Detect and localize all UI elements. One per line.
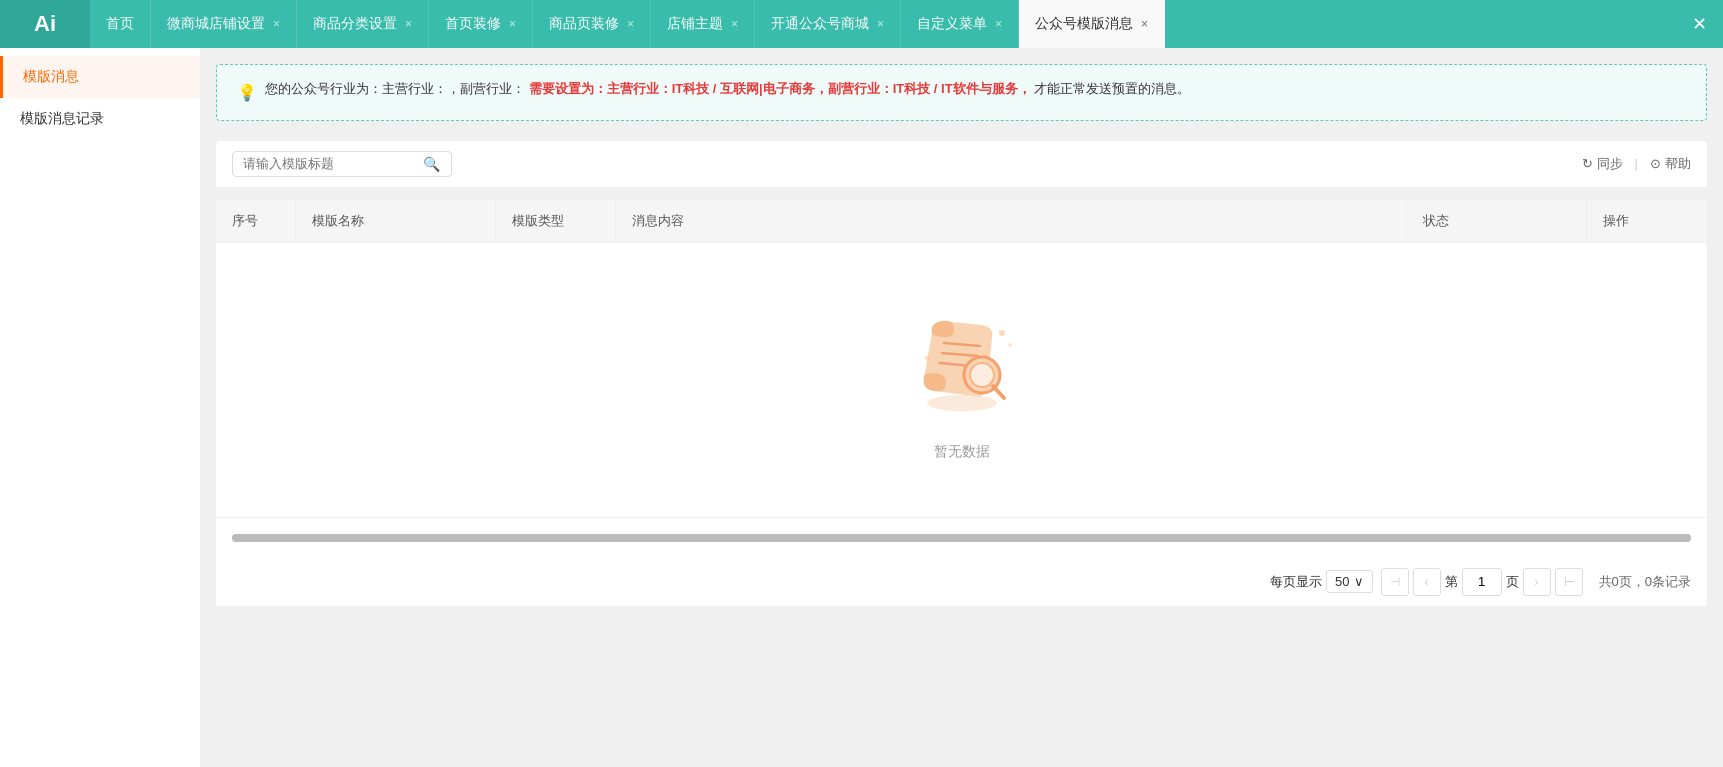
page-label-prefix: 第 (1445, 573, 1458, 591)
th-name: 模版名称 (296, 200, 496, 242)
scrollbar-thumb (232, 534, 1691, 542)
help-icon: ⊙ (1650, 156, 1661, 171)
sync-button[interactable]: ↻ 同步 (1582, 155, 1623, 173)
table-container: 序号 模版名称 模版类型 消息内容 状态 操作 (216, 199, 1707, 558)
svg-point-9 (924, 355, 929, 360)
notice-box: 💡 您的公众号行业为：主营行业：，副营行业： 需要设置为：主营行业：IT科技 /… (216, 64, 1707, 121)
sync-icon: ↻ (1582, 156, 1593, 171)
tab-close-custom-menu[interactable]: × (995, 17, 1002, 31)
prev-page-button[interactable]: ‹ (1413, 568, 1441, 596)
page-size-dropdown[interactable]: 50 ∨ (1326, 570, 1372, 593)
nav-tab-custom-menu[interactable]: 自定义菜单× (901, 0, 1019, 48)
sidebar-item-template-msg[interactable]: 模版消息 (0, 56, 200, 98)
toolbar: 🔍 ↻ 同步 | ⊙ 帮助 (216, 141, 1707, 187)
th-type: 模版类型 (496, 200, 616, 242)
nav-tab-category-settings[interactable]: 商品分类设置× (297, 0, 429, 48)
tab-close-shop-settings[interactable]: × (273, 17, 280, 31)
tab-close-shop-theme[interactable]: × (731, 17, 738, 31)
empty-text: 暂无数据 (934, 443, 990, 461)
help-button[interactable]: ⊙ 帮助 (1650, 155, 1691, 173)
nav-tab-product-decor[interactable]: 商品页装修× (533, 0, 651, 48)
nav-tab-shop-settings[interactable]: 微商城店铺设置× (151, 0, 297, 48)
last-page-button[interactable]: ⊢ (1555, 568, 1583, 596)
th-index: 序号 (216, 200, 296, 242)
page-label-suffix: 页 (1506, 573, 1519, 591)
tab-close-open-mall[interactable]: × (877, 17, 884, 31)
sidebar: 模版消息 模版消息记录 (0, 48, 200, 767)
first-page-button[interactable]: ⊣ (1381, 568, 1409, 596)
sidebar-item-template-msg-record[interactable]: 模版消息记录 (0, 98, 200, 140)
notice-text: 您的公众号行业为：主营行业：，副营行业： 需要设置为：主营行业：IT科技 / 互… (265, 79, 1686, 100)
logo: Ai (0, 0, 90, 48)
toolbar-divider: | (1635, 156, 1638, 171)
tab-close-homepage-decor[interactable]: × (509, 17, 516, 31)
th-status: 状态 (1407, 200, 1587, 242)
nav-tab-homepage-decor[interactable]: 首页装修× (429, 0, 533, 48)
svg-line-6 (993, 386, 1004, 398)
page-number-input[interactable] (1462, 568, 1502, 596)
page-size-select: 每页显示 50 ∨ (1270, 570, 1372, 593)
svg-point-0 (927, 395, 997, 411)
top-navigation: Ai 首页微商城店铺设置×商品分类设置×首页装修×商品页装修×店铺主题×开通公众… (0, 0, 1723, 48)
nav-tab-template-msg[interactable]: 公众号模版消息× (1019, 0, 1165, 48)
dropdown-arrow-icon: ∨ (1354, 574, 1364, 589)
toolbar-right: ↻ 同步 | ⊙ 帮助 (1582, 155, 1691, 173)
th-action: 操作 (1587, 200, 1707, 242)
page-nav: ⊣ ‹ 第 页 › ⊢ (1381, 568, 1583, 596)
next-page-button[interactable]: › (1523, 568, 1551, 596)
svg-point-8 (1008, 343, 1012, 347)
th-content: 消息内容 (616, 200, 1407, 242)
total-info: 共0页，0条记录 (1599, 573, 1691, 591)
main-layout: 模版消息 模版消息记录 💡 您的公众号行业为：主营行业：，副营行业： 需要设置为… (0, 48, 1723, 767)
nav-tab-open-mall[interactable]: 开通公众号商城× (755, 0, 901, 48)
window-close-button[interactable]: ✕ (1675, 0, 1723, 48)
table-header: 序号 模版名称 模版类型 消息内容 状态 操作 (216, 199, 1707, 243)
nav-tab-shop-theme[interactable]: 店铺主题× (651, 0, 755, 48)
scroll-bar-area (216, 517, 1707, 558)
horizontal-scrollbar[interactable] (232, 534, 1691, 542)
search-icon[interactable]: 🔍 (423, 156, 440, 172)
notice-icon: 💡 (237, 80, 257, 106)
tab-close-template-msg[interactable]: × (1141, 17, 1148, 31)
search-input[interactable] (243, 156, 423, 171)
search-box: 🔍 (232, 151, 452, 177)
page-size-value: 50 (1335, 574, 1349, 589)
svg-point-7 (999, 330, 1005, 336)
nav-tab-home[interactable]: 首页 (90, 0, 151, 48)
tab-close-product-decor[interactable]: × (627, 17, 634, 31)
svg-point-5 (970, 363, 994, 387)
pagination: 每页显示 50 ∨ ⊣ ‹ 第 页 › ⊢ 共0页，0条记录 (216, 558, 1707, 606)
nav-tabs: 首页微商城店铺设置×商品分类设置×首页装修×商品页装修×店铺主题×开通公众号商城… (90, 0, 1675, 48)
empty-illustration (902, 303, 1022, 423)
page-size-label: 每页显示 (1270, 573, 1322, 591)
tab-close-category-settings[interactable]: × (405, 17, 412, 31)
content-area: 💡 您的公众号行业为：主营行业：，副营行业： 需要设置为：主营行业：IT科技 /… (200, 48, 1723, 767)
empty-state: 暂无数据 (216, 243, 1707, 517)
